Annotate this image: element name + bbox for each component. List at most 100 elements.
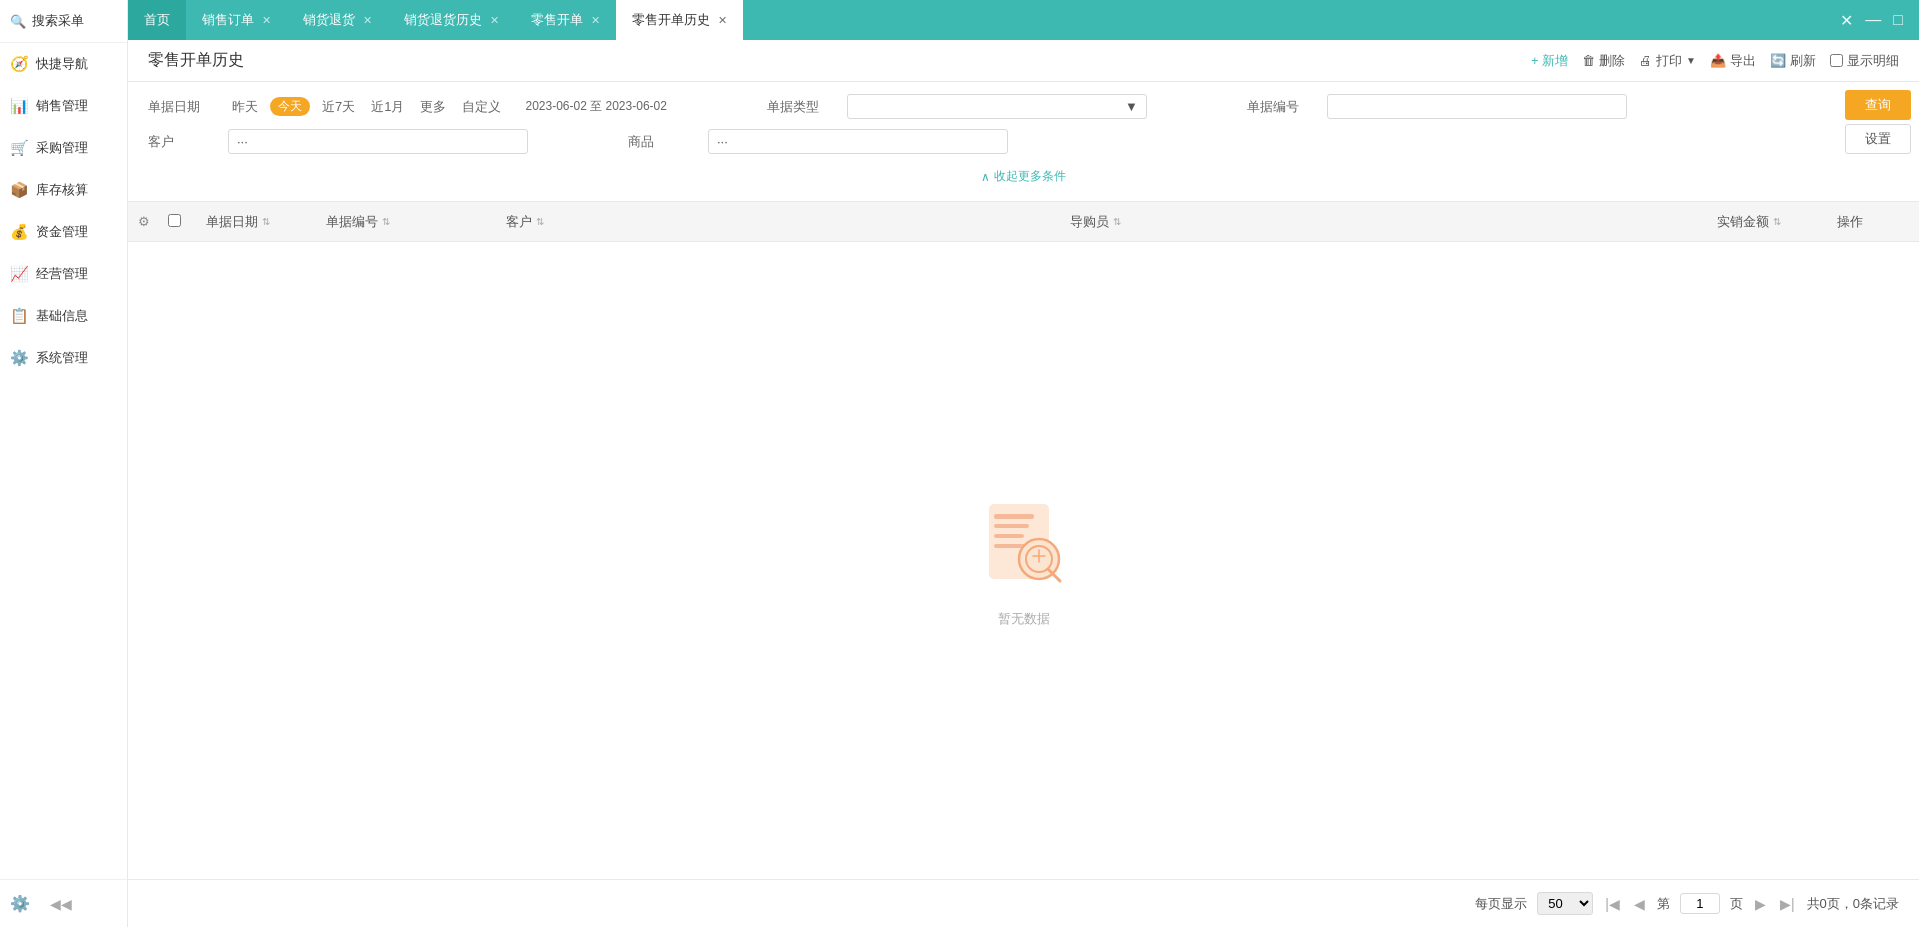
empty-illustration	[964, 494, 1084, 594]
tab-retail-open-history[interactable]: 零售开单历史 ✕	[616, 0, 743, 40]
display-detail-label: 显示明细	[1847, 52, 1899, 70]
tab-sales-return-close[interactable]: ✕	[363, 14, 372, 27]
th-customer-label: 客户	[506, 213, 532, 231]
select-all-checkbox[interactable]	[168, 214, 181, 227]
date-range-display: 2023-06-02 至 2023-06-02	[525, 98, 666, 115]
next-page-btn[interactable]: ▶	[1753, 896, 1768, 912]
page-unit-label: 页	[1730, 895, 1743, 913]
empty-state: 暂无数据	[128, 242, 1919, 879]
print-dropdown-icon: ▼	[1686, 55, 1696, 66]
sidebar-search[interactable]: 🔍 搜索采单	[0, 0, 127, 43]
sidebar-item-purchase-mgmt[interactable]: 🛒 采购管理	[0, 127, 127, 169]
close-window-icon[interactable]: ✕	[1840, 11, 1853, 30]
tab-retail-open-label: 零售开单	[531, 11, 583, 29]
sidebar-item-basic-info[interactable]: 📋 基础信息	[0, 295, 127, 337]
tab-sales-return-history-label: 销货退货历史	[404, 11, 482, 29]
settings-button[interactable]: 设置	[1845, 124, 1911, 154]
delete-button[interactable]: 🗑 删除	[1582, 52, 1625, 70]
customer-placeholder: ···	[237, 134, 248, 149]
refresh-label: 刷新	[1790, 52, 1816, 70]
toolbar: + 新增 🗑 删除 🖨 打印 ▼ 📤 导出 🔄 刷新	[1531, 52, 1899, 70]
th-date-sort-icon: ⇅	[262, 216, 270, 227]
table-area: ⚙ 单据日期 ⇅ 单据编号 ⇅ 客户 ⇅ 导购员 ⇅	[128, 202, 1919, 879]
tab-retail-open-close[interactable]: ✕	[591, 14, 600, 27]
date-opt-today[interactable]: 今天	[270, 97, 310, 116]
query-button[interactable]: 查询	[1845, 90, 1911, 120]
date-opt-1month[interactable]: 近1月	[367, 96, 408, 118]
sidebar-item-label: 资金管理	[36, 223, 88, 241]
sidebar-item-sales-mgmt[interactable]: 📊 销售管理	[0, 85, 127, 127]
th-customer[interactable]: 客户 ⇅	[498, 213, 1062, 231]
search-icon: 🔍	[10, 14, 26, 29]
main-content: 首页 销售订单 ✕ 销货退货 ✕ 销货退货历史 ✕ 零售开单 ✕ 零售开单历史 …	[128, 0, 1919, 927]
sidebar-item-quick-nav[interactable]: 🧭 快捷导航	[0, 43, 127, 85]
th-checkbox-all[interactable]	[168, 214, 198, 230]
date-options: 昨天 今天 近7天 近1月 更多 自定义	[228, 96, 505, 118]
tab-sales-order[interactable]: 销售订单 ✕	[186, 0, 287, 40]
th-date[interactable]: 单据日期 ⇅	[198, 213, 318, 231]
delete-label: 删除	[1599, 52, 1625, 70]
display-detail-input[interactable]	[1830, 54, 1843, 67]
tab-sales-return[interactable]: 销货退货 ✕	[287, 0, 388, 40]
query-settings-panel: 查询 设置	[1837, 90, 1919, 154]
prev-page-btn[interactable]: ◀	[1632, 896, 1647, 912]
tab-home-label: 首页	[144, 11, 170, 29]
display-detail-checkbox[interactable]: 显示明细	[1830, 52, 1899, 70]
first-page-btn[interactable]: |◀	[1603, 896, 1622, 912]
settings-bottom-icon[interactable]: ⚙️	[10, 894, 30, 913]
tab-sales-return-history[interactable]: 销货退货历史 ✕	[388, 0, 515, 40]
sidebar-collapse-icon[interactable]: ◀◀	[50, 896, 72, 912]
filter-row-2: 客户 ··· 商品 ···	[148, 129, 1899, 154]
th-guide[interactable]: 导购员 ⇅	[1062, 213, 1162, 231]
date-opt-yesterday[interactable]: 昨天	[228, 96, 262, 118]
th-num[interactable]: 单据编号 ⇅	[318, 213, 498, 231]
maximize-icon[interactable]: □	[1893, 11, 1903, 29]
th-customer-sort-icon: ⇅	[536, 216, 544, 227]
th-amount[interactable]: 实销金额 ⇅	[1709, 213, 1829, 231]
add-label: + 新增	[1531, 52, 1568, 70]
th-guide-label: 导购员	[1070, 213, 1109, 231]
customer-filter-label: 客户	[148, 133, 208, 151]
inventory-icon: 📦	[10, 181, 28, 199]
date-opt-7days[interactable]: 近7天	[318, 96, 359, 118]
doc-type-select[interactable]: ▼	[847, 94, 1147, 119]
goods-filter-label: 商品	[628, 133, 688, 151]
sidebar-item-finance[interactable]: 💰 资金管理	[0, 211, 127, 253]
sys-icon: ⚙️	[10, 349, 28, 367]
tab-retail-open-history-close[interactable]: ✕	[718, 14, 727, 27]
customer-select[interactable]: ···	[228, 129, 528, 154]
sidebar-item-sys-mgmt[interactable]: ⚙️ 系统管理	[0, 337, 127, 379]
tab-sales-return-history-close[interactable]: ✕	[490, 14, 499, 27]
last-page-btn[interactable]: ▶|	[1778, 896, 1797, 912]
collapse-more-btn[interactable]: ∧ 收起更多条件	[148, 164, 1899, 189]
th-amount-sort-icon: ⇅	[1773, 216, 1781, 227]
add-button[interactable]: + 新增	[1531, 52, 1568, 70]
table-settings-icon[interactable]: ⚙	[138, 214, 168, 229]
export-button[interactable]: 📤 导出	[1710, 52, 1756, 70]
refresh-button[interactable]: 🔄 刷新	[1770, 52, 1816, 70]
date-opt-more[interactable]: 更多	[416, 96, 450, 118]
tab-sales-return-label: 销货退货	[303, 11, 355, 29]
purchase-icon: 🛒	[10, 139, 28, 157]
svg-rect-3	[994, 534, 1024, 538]
tab-sales-order-close[interactable]: ✕	[262, 14, 271, 27]
page-number-input[interactable]	[1680, 893, 1720, 914]
sidebar-item-label: 采购管理	[36, 139, 88, 157]
date-opt-custom[interactable]: 自定义	[458, 96, 505, 118]
minimize-icon[interactable]: —	[1865, 11, 1881, 29]
tab-home[interactable]: 首页	[128, 0, 186, 40]
tab-retail-open[interactable]: 零售开单 ✕	[515, 0, 616, 40]
print-icon: 🖨	[1639, 53, 1652, 68]
sidebar-item-operation[interactable]: 📈 经营管理	[0, 253, 127, 295]
tab-sales-order-label: 销售订单	[202, 11, 254, 29]
total-info: 共0页，0条记录	[1807, 895, 1899, 913]
sidebar-item-inventory[interactable]: 📦 库存核算	[0, 169, 127, 211]
sidebar-item-label: 基础信息	[36, 307, 88, 325]
delete-icon: 🗑	[1582, 53, 1595, 68]
doc-num-input[interactable]	[1327, 94, 1627, 119]
top-nav: 首页 销售订单 ✕ 销货退货 ✕ 销货退货历史 ✕ 零售开单 ✕ 零售开单历史 …	[128, 0, 1919, 40]
print-button[interactable]: 🖨 打印 ▼	[1639, 52, 1696, 70]
per-page-label: 每页显示	[1475, 895, 1527, 913]
goods-select[interactable]: ···	[708, 129, 1008, 154]
per-page-select[interactable]: 50 100 200	[1537, 892, 1593, 915]
